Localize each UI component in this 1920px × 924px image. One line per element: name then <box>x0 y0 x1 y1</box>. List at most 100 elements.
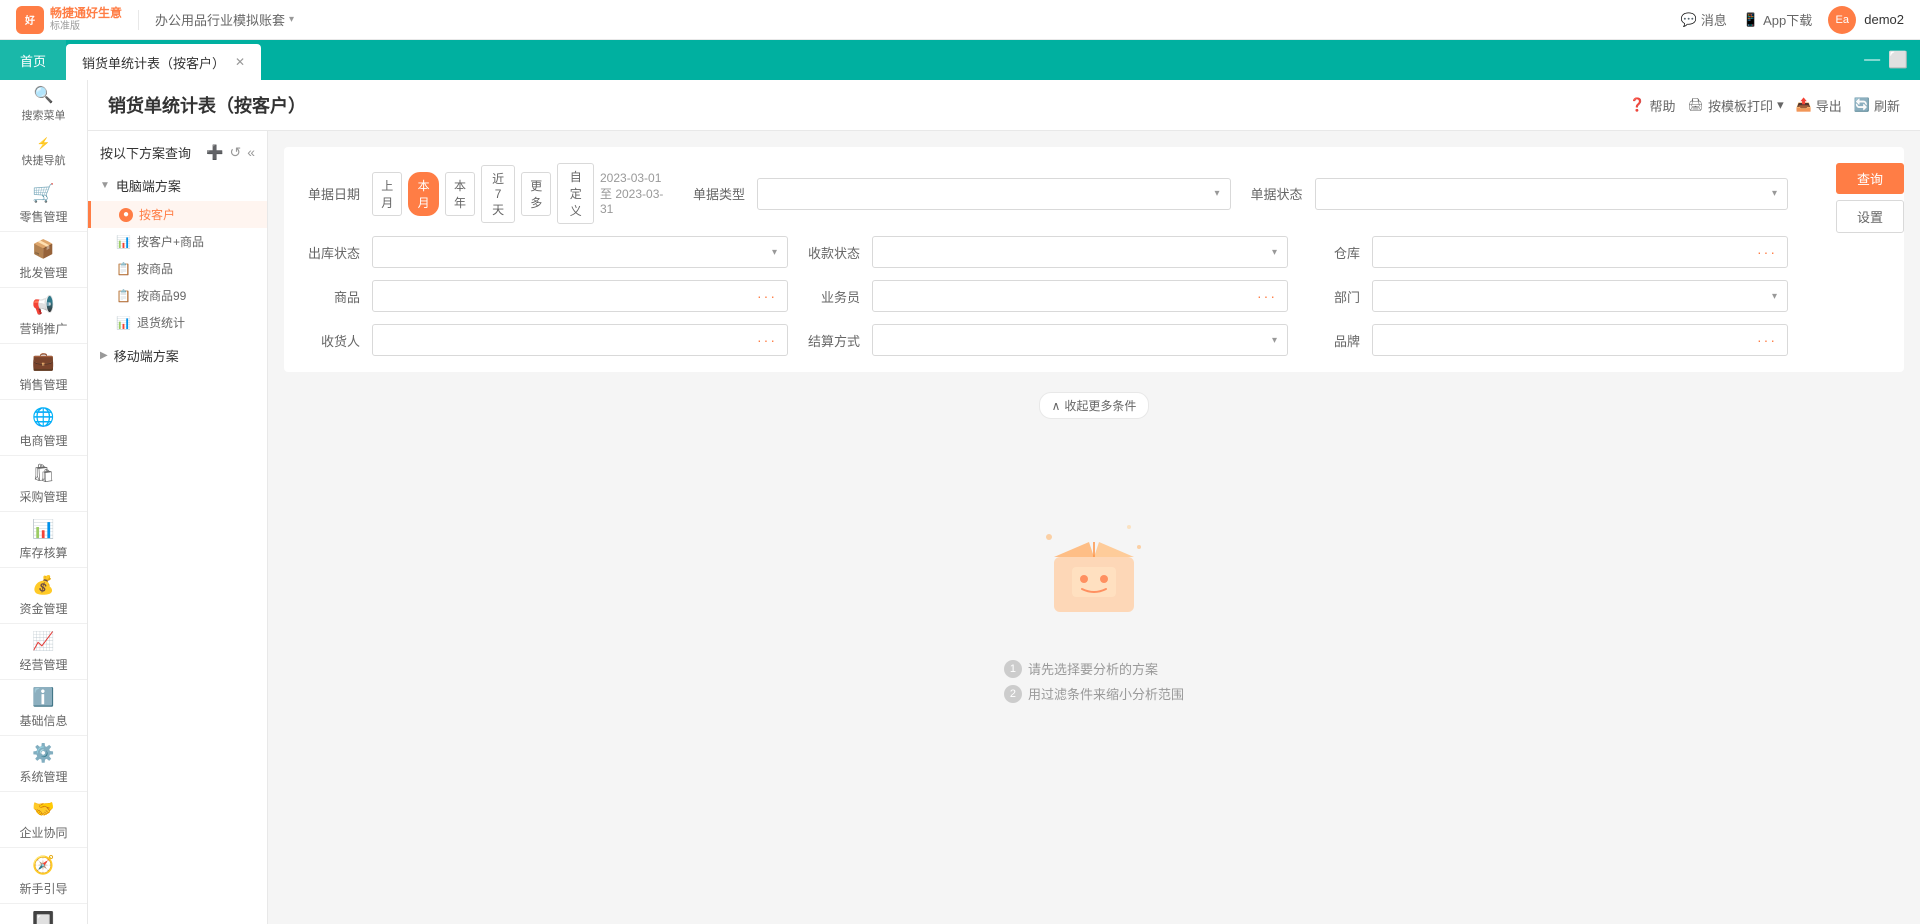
main-layout: 🔍 搜索菜单 ⚡ 快捷导航 🛒 零售管理 📦 批发管理 📢 营销推广 💼 销售管… <box>0 80 1920 924</box>
left-panel: 按以下方案查询 ➕ ↺ « ▼ 电脑端方案 ● 按客户 <box>88 131 268 924</box>
collapse-arrow-icon: ∧ <box>1052 399 1061 413</box>
sidebar-item-basic[interactable]: ℹ️ 基础信息 <box>0 680 87 736</box>
tab-sales-stat[interactable]: 销货单统计表（按客户） ✕ <box>66 44 261 80</box>
warehouse-select[interactable]: ··· <box>1372 236 1788 268</box>
brand-select[interactable]: ··· <box>1372 324 1788 356</box>
btn-last-month[interactable]: 上月 <box>372 172 402 216</box>
sidebar-system-label: 系统管理 <box>19 768 67 785</box>
sidebar-item-system[interactable]: ⚙️ 系统管理 <box>0 736 87 792</box>
empty-hint-2: 2 用过滤条件来缩小分析范围 <box>1004 684 1184 703</box>
recipient-select[interactable]: ··· <box>372 324 788 356</box>
order-status-label: 单据状态 <box>1243 184 1303 203</box>
goods-label: 商品 <box>300 287 360 306</box>
template-print-btn[interactable]: 🖨 按模板打印 ▾ <box>1688 96 1784 115</box>
sidebar-item-wholesale[interactable]: 📦 批发管理 <box>0 232 87 288</box>
user-profile[interactable]: Ea demo2 <box>1828 6 1904 34</box>
tree-mobile[interactable]: ▶ 移动端方案 <box>88 340 267 371</box>
settlement-select[interactable]: ▾ <box>872 324 1288 356</box>
sub-item-return-stat[interactable]: 📊 退货统计 <box>88 309 267 336</box>
sub-item-by-customer[interactable]: ● 按客户 <box>88 201 267 228</box>
settlement-label: 结算方式 <box>800 331 860 350</box>
setting-button[interactable]: 设置 <box>1836 200 1904 233</box>
sidebar-inventory-label: 库存核算 <box>19 544 67 561</box>
goods-select[interactable]: ··· <box>372 280 788 312</box>
empty-hint-1: 1 请先选择要分析的方案 <box>1004 659 1184 678</box>
refresh-btn[interactable]: 🔄 刷新 <box>1854 96 1900 115</box>
tab-bar-actions: — ⬜ <box>1864 50 1920 70</box>
appcenter-icon: 🔲 <box>32 911 54 924</box>
sidebar-item-sales[interactable]: 💼 销售管理 <box>0 344 87 400</box>
empty-illustration <box>1034 507 1154 627</box>
sidebar-item-purchase[interactable]: 🛍 采购管理 <box>0 456 87 512</box>
brand-dots-icon: ··· <box>1757 332 1777 348</box>
sidebar-purchase-label: 采购管理 <box>19 488 67 505</box>
settlement-arrow-icon: ▾ <box>1272 335 1277 346</box>
sidebar-item-finance[interactable]: 💰 资金管理 <box>0 568 87 624</box>
page-header-actions: ❓ 帮助 🖨 按模板打印 ▾ 📤 导出 🔄 刷新 <box>1629 96 1900 127</box>
refresh-scheme-icon[interactable]: ↺ <box>229 144 241 161</box>
tab-restore-icon[interactable]: ⬜ <box>1888 50 1908 70</box>
btn-last7days[interactable]: 近7天 <box>481 165 515 223</box>
recipient-dots-icon: ··· <box>757 332 777 348</box>
sidebar-item-ecommerce[interactable]: 🌐 电商管理 <box>0 400 87 456</box>
btn-more[interactable]: 更多 <box>521 172 551 216</box>
sub-item-by-goods[interactable]: 📋 按商品 <box>88 255 267 282</box>
sidebar-item-guide[interactable]: 🧭 新手引导 <box>0 848 87 904</box>
payment-status-select[interactable]: ▾ <box>872 236 1288 268</box>
basic-icon: ℹ️ <box>32 687 54 708</box>
collapse-btn[interactable]: ∧ 收起更多条件 <box>1039 392 1150 419</box>
add-scheme-icon[interactable]: ➕ <box>206 144 223 161</box>
workspace-selector[interactable]: 办公用品行业模拟账套 ▾ <box>155 10 294 29</box>
sub-item-customer-label: 按客户 <box>139 206 175 223</box>
ecommerce-icon: 🌐 <box>32 407 54 428</box>
sidebar-item-inventory[interactable]: 📊 库存核算 <box>0 512 87 568</box>
right-panel: 单据日期 上月 本月 本年 近7天 更多 自定义 2023-03-01 至 20… <box>268 131 1920 924</box>
sidebar: 🔍 搜索菜单 ⚡ 快捷导航 🛒 零售管理 📦 批发管理 📢 营销推广 💼 销售管… <box>0 80 88 924</box>
sidebar-item-enterprise[interactable]: 🤝 企业协同 <box>0 792 87 848</box>
app-download-action[interactable]: 📱 App下载 <box>1743 10 1812 29</box>
btn-this-month[interactable]: 本月 <box>408 172 438 216</box>
filter-row-2: 出库状态 ▾ 收款状态 ▾ 仓库 <box>300 236 1888 268</box>
message-action[interactable]: 💬 消息 <box>1681 10 1727 29</box>
tab-close-icon[interactable]: ✕ <box>235 55 245 69</box>
sidebar-ecommerce-label: 电商管理 <box>19 432 67 449</box>
btn-custom[interactable]: 自定义 <box>557 163 594 224</box>
help-btn[interactable]: ❓ 帮助 <box>1629 96 1675 115</box>
sidebar-item-retail[interactable]: 🛒 零售管理 <box>0 176 87 232</box>
enterprise-icon: 🤝 <box>32 799 54 820</box>
sidebar-item-operations[interactable]: 📈 经营管理 <box>0 624 87 680</box>
tree-desktop[interactable]: ▼ 电脑端方案 <box>88 170 267 201</box>
template-arrow-icon: ▾ <box>1777 97 1784 113</box>
tab-minimize-icon[interactable]: — <box>1864 51 1880 69</box>
refresh-label: 刷新 <box>1874 96 1900 115</box>
sub-item-goods99[interactable]: 📋 按商品99 <box>88 282 267 309</box>
sidebar-item-appcenter[interactable]: 🔲 应用中心 <box>0 904 87 924</box>
tab-home[interactable]: 首页 <box>0 40 66 80</box>
empty-hints: 1 请先选择要分析的方案 2 用过滤条件来缩小分析范围 <box>1004 659 1184 709</box>
ship-status-select[interactable]: ▾ <box>372 236 788 268</box>
tree-desktop-label: 电脑端方案 <box>116 176 181 195</box>
order-status-select[interactable]: ▾ <box>1315 178 1789 210</box>
logo-icon: 好 <box>16 6 44 34</box>
sub-item-customer-goods[interactable]: 📊 按客户+商品 <box>88 228 267 255</box>
message-label: 消息 <box>1701 10 1727 29</box>
btn-this-year[interactable]: 本年 <box>445 172 475 216</box>
collapse-panel-icon[interactable]: « <box>247 144 255 161</box>
filter-row-1: 单据日期 上月 本月 本年 近7天 更多 自定义 2023-03-01 至 20… <box>300 163 1888 224</box>
order-type-select[interactable]: ▾ <box>757 178 1231 210</box>
return-stat-icon: 📊 <box>116 316 131 330</box>
salesperson-label: 业务员 <box>800 287 860 306</box>
salesperson-select[interactable]: ··· <box>872 280 1288 312</box>
goods-dots-icon: ··· <box>757 288 777 304</box>
sidebar-item-quick-nav[interactable]: ⚡ 快捷导航 <box>0 128 87 176</box>
filter-row-4: 收货人 ··· 结算方式 ▾ 品牌 <box>300 324 1888 356</box>
sidebar-item-marketing[interactable]: 📢 营销推广 <box>0 288 87 344</box>
search-icon: 🔍 <box>34 85 54 105</box>
app-download-label: App下载 <box>1763 10 1812 29</box>
export-btn[interactable]: 📤 导出 <box>1796 96 1842 115</box>
divider <box>138 10 139 30</box>
dept-select[interactable]: ▾ <box>1372 280 1788 312</box>
sidebar-item-search-menu[interactable]: 🔍 搜索菜单 <box>0 80 87 128</box>
query-button[interactable]: 查询 <box>1836 163 1904 194</box>
empty-state: 1 请先选择要分析的方案 2 用过滤条件来缩小分析范围 <box>284 427 1904 789</box>
